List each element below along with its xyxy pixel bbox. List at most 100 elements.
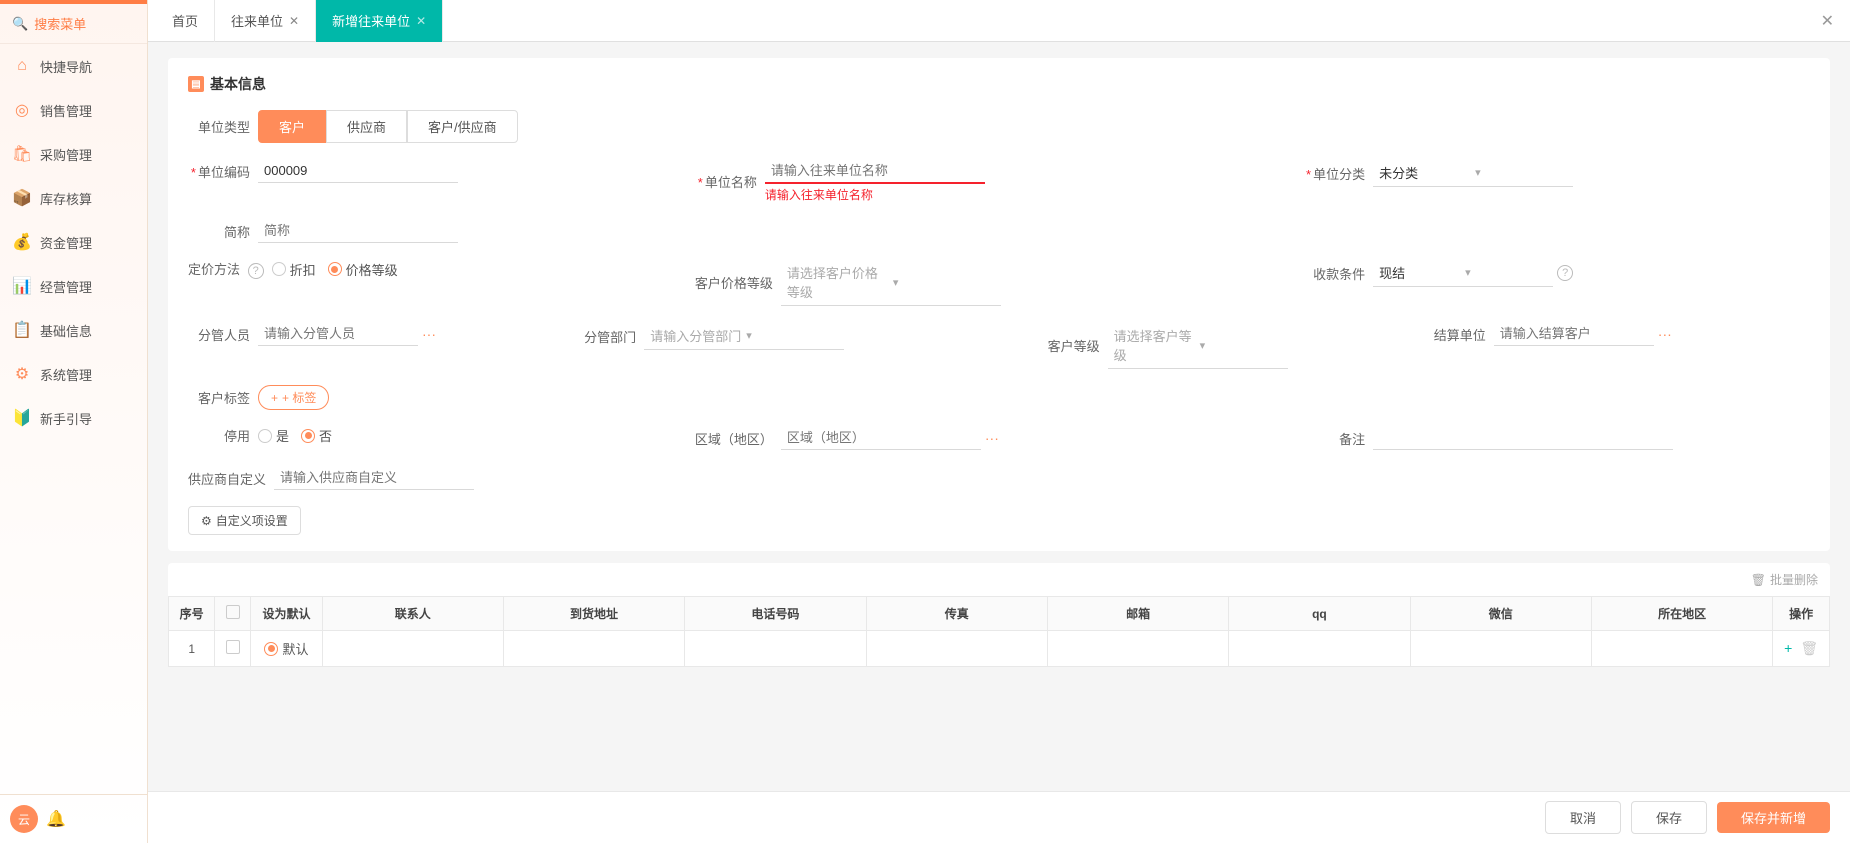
sidebar-item-purchase[interactable]: 🛍采购管理 — [0, 132, 147, 176]
default-radio-circle — [264, 642, 278, 656]
sidebar-item-ops[interactable]: 📊经营管理 — [0, 264, 147, 308]
customer-level-select[interactable]: 请选择客户等级 ▾ — [1108, 322, 1288, 369]
default-radio[interactable]: 默认 — [261, 639, 311, 658]
select-all-checkbox[interactable] — [226, 605, 240, 619]
short-name-field: 简称 — [188, 219, 1810, 243]
delete-row-button[interactable]: 🗑 — [1800, 640, 1818, 657]
tab-home[interactable]: 首页 — [156, 0, 215, 42]
unit-type-btn-both[interactable]: 客户/供应商 — [407, 110, 518, 143]
tab-new-partner[interactable]: 新增往来单位✕ — [316, 0, 443, 42]
cell-fax — [866, 631, 1047, 667]
finance-icon: 💰 — [12, 232, 32, 252]
settlement-input[interactable] — [1494, 322, 1654, 346]
department-field: 分管部门 请输入分管部门 ▾ — [574, 322, 1037, 350]
disabled-field: 停用 是 否 — [188, 426, 695, 445]
basic-info-card: ▤ 基本信息 单位类型 客户供应商客户/供应商 *单位编码 — [168, 58, 1830, 551]
sidebar-item-system[interactable]: ⚙系统管理 — [0, 352, 147, 396]
unit-type-btn-customer[interactable]: 客户 — [258, 110, 326, 143]
disabled-row: 停用 是 否 — [188, 426, 1810, 450]
footer: 取消 保存 保存并新增 — [148, 791, 1850, 843]
fax-input[interactable] — [877, 642, 1037, 656]
pricing-radio-discount[interactable]: 折扣 — [272, 260, 316, 279]
table-toolbar: 🗑 批量删除 — [168, 563, 1830, 596]
qq-input[interactable] — [1239, 642, 1399, 656]
pricing-help-icon[interactable]: ? — [248, 263, 264, 279]
phone-input[interactable] — [695, 642, 855, 656]
region-more-button[interactable]: ··· — [981, 430, 1003, 446]
customer-price-level-select[interactable]: 请选择客户价格等级 ▾ — [781, 259, 1001, 306]
chevron-down-icon: ▾ — [1475, 166, 1567, 179]
sidebar-item-inventory[interactable]: 📦库存核算 — [0, 176, 147, 220]
tab-close-new-partner[interactable]: ✕ — [416, 14, 426, 28]
wechat-input[interactable] — [1421, 642, 1581, 656]
sidebar-item-sales[interactable]: ◎销售管理 — [0, 88, 147, 132]
cell-default: 默认 — [251, 631, 322, 667]
sidebar-bottom: 云 🔔 — [0, 794, 147, 843]
address-input[interactable] — [514, 642, 674, 656]
pricing-radio-group: 折扣 价格等级 — [272, 260, 398, 279]
save-button[interactable]: 保存 — [1631, 801, 1707, 834]
tab-close-partners[interactable]: ✕ — [289, 14, 299, 28]
code-input[interactable] — [258, 159, 458, 183]
disabled-yes[interactable]: 是 — [258, 426, 289, 445]
sidebar-item-guide[interactable]: 🔰新手引导 — [0, 396, 147, 440]
basic-icon: 📋 — [12, 320, 32, 340]
contact-input[interactable] — [333, 642, 493, 656]
radio-circle-discount — [272, 262, 286, 276]
main-area: 首页往来单位✕新增往来单位✕ ✕ ▤ 基本信息 单位类型 客户供应商客户/供应商 — [148, 0, 1850, 843]
row-checkbox[interactable] — [226, 640, 240, 654]
close-all-button[interactable]: ✕ — [1813, 11, 1842, 31]
unit-type-btn-supplier[interactable]: 供应商 — [326, 110, 407, 143]
manager-more-button[interactable]: ··· — [418, 326, 440, 342]
payment-terms-select[interactable]: 现结 ▾ — [1373, 259, 1553, 287]
manager-input[interactable] — [258, 322, 418, 346]
sidebar-item-basic[interactable]: 📋基础信息 — [0, 308, 147, 352]
category-select[interactable]: 未分类 ▾ — [1373, 159, 1573, 187]
th-default: 设为默认 — [251, 597, 322, 631]
th-fax: 传真 — [866, 597, 1047, 631]
remark-input[interactable] — [1373, 426, 1673, 450]
sidebar-item-quick-nav[interactable]: ⌂快捷导航 — [0, 44, 147, 88]
department-label: 分管部门 — [574, 327, 644, 346]
tab-partners[interactable]: 往来单位✕ — [215, 0, 316, 42]
region-input[interactable] — [781, 426, 981, 450]
disabled-no[interactable]: 否 — [301, 426, 332, 445]
region-field: 区域（地区） ··· — [695, 426, 1303, 450]
required-category: * — [1306, 167, 1311, 182]
sidebar-item-label-guide: 新手引导 — [40, 409, 92, 428]
short-name-input[interactable] — [258, 219, 458, 243]
tab-label-home: 首页 — [172, 11, 198, 30]
settlement-more-button[interactable]: ··· — [1654, 326, 1676, 342]
short-name-label: 简称 — [188, 222, 258, 241]
payment-terms-help-icon[interactable]: ? — [1557, 265, 1573, 281]
search-icon: 🔍 — [12, 16, 28, 32]
supplier-custom-input[interactable] — [274, 466, 474, 490]
row-actions: + 🗑 — [1783, 640, 1819, 657]
cell-checkbox — [215, 631, 251, 667]
supplier-custom-label: 供应商自定义 — [188, 469, 274, 488]
batch-delete-label: 批量删除 — [1770, 571, 1818, 588]
required-code: * — [191, 165, 196, 180]
disabled-radio-group: 是 否 — [258, 426, 332, 445]
name-field: *单位名称 请输入往来单位名称 — [695, 159, 1303, 203]
radio-circle-no — [301, 429, 315, 443]
add-row-button[interactable]: + — [1784, 640, 1792, 657]
chevron-down-icon-3: ▾ — [1465, 266, 1547, 279]
name-input[interactable] — [765, 159, 985, 184]
sidebar-item-finance[interactable]: 💰资金管理 — [0, 220, 147, 264]
pricing-price-level-label: 价格等级 — [346, 260, 398, 279]
save-and-new-button[interactable]: 保存并新增 — [1717, 802, 1830, 833]
table-header-row: 序号 设为默认 联系人 到货地址 电话号码 传真 邮箱 qq 微信 所在地区 操… — [169, 597, 1830, 631]
name-error-msg: 请输入往来单位名称 — [765, 186, 985, 203]
region-cell-input[interactable] — [1602, 642, 1762, 656]
tag-row: 客户标签 + + 标签 — [188, 385, 1810, 410]
search-menu-item[interactable]: 🔍 搜索菜单 — [0, 4, 147, 44]
tag-field: 客户标签 + + 标签 — [188, 385, 1810, 410]
pricing-radio-price-level[interactable]: 价格等级 — [328, 260, 398, 279]
email-input[interactable] — [1058, 642, 1218, 656]
batch-delete-button[interactable]: 🗑 批量删除 — [1751, 571, 1818, 588]
department-select[interactable]: 请输入分管部门 ▾ — [644, 322, 844, 350]
add-tag-button[interactable]: + + 标签 — [258, 385, 329, 410]
custom-settings-button[interactable]: ⚙ 自定义项设置 — [188, 506, 301, 535]
cancel-button[interactable]: 取消 — [1545, 801, 1621, 834]
